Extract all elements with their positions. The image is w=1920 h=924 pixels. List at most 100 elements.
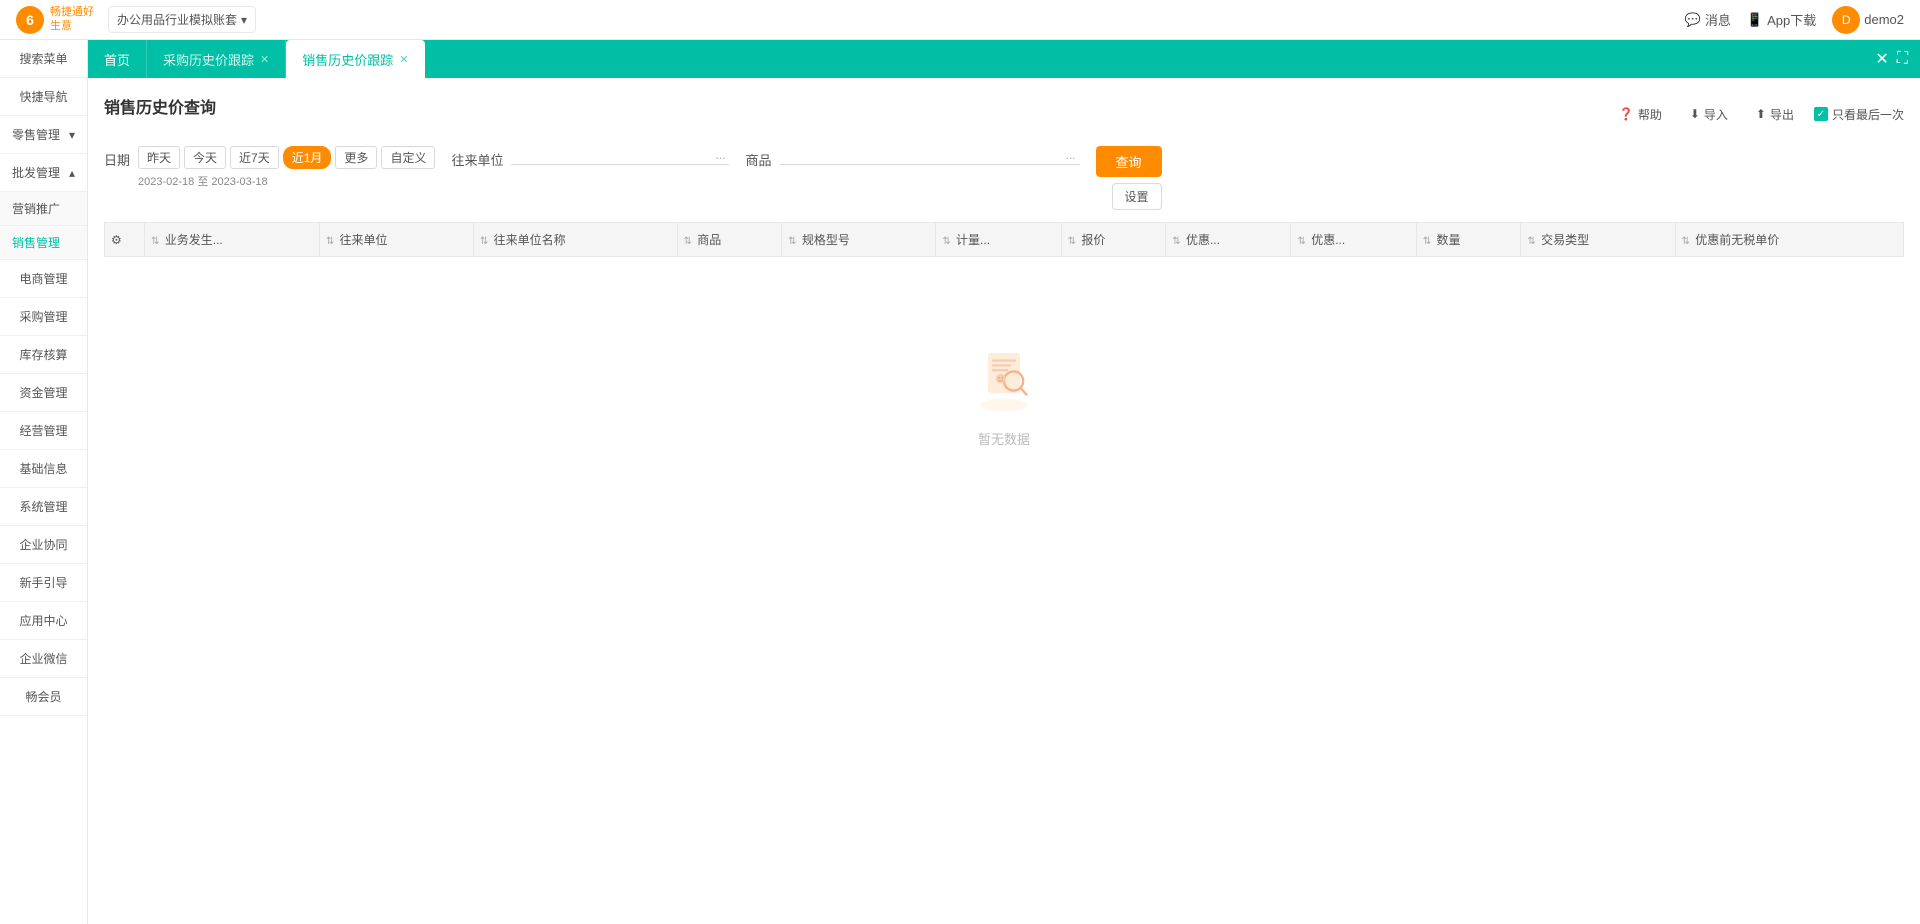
tab-home-label: 首页 [104, 50, 130, 69]
empty-illustration [964, 337, 1044, 417]
logo-area: 6 畅捷通好生意 [16, 6, 100, 34]
import-button[interactable]: ⬇ 导入 [1682, 102, 1736, 127]
sidebar-item-basic-info[interactable]: 基础信息 [0, 450, 87, 488]
col-settings-icon: ⚙ [111, 233, 122, 247]
sidebar-item-retail[interactable]: 零售管理 ▾ [0, 116, 87, 154]
col-discount2[interactable]: ⇅ 优惠... [1291, 223, 1416, 257]
message-button[interactable]: 💬 消息 [1685, 10, 1731, 29]
sort-icon-counterpart-name: ⇅ [480, 236, 488, 247]
col-unit[interactable]: ⇅ 计量... [936, 223, 1061, 257]
tab-purchase-label: 采购历史价跟踪 [163, 50, 254, 69]
tab-sales-history[interactable]: 销售历史价跟踪 ✕ [286, 40, 425, 78]
page-title: 销售历史价查询 [104, 94, 216, 118]
app-download-button[interactable]: 📱 App下载 [1747, 10, 1816, 29]
col-quantity[interactable]: ⇅ 数量 [1416, 223, 1521, 257]
tab-sales-close-icon[interactable]: ✕ [399, 53, 408, 66]
logo-text: 畅捷通好生意 [50, 6, 100, 32]
sidebar-item-marketing[interactable]: 营销推广 [0, 192, 87, 226]
col-trade-type[interactable]: ⇅ 交易类型 [1521, 223, 1675, 257]
sidebar-item-quick-nav[interactable]: 快捷导航 [0, 78, 87, 116]
sidebar-item-wechat[interactable]: 企业微信 [0, 640, 87, 678]
retail-label: 零售管理 [12, 126, 60, 143]
sidebar-item-ecommerce[interactable]: 电商管理 [0, 260, 87, 298]
col-pre-tax[interactable]: ⇅ 优惠前无税单价 [1675, 223, 1903, 257]
date-filter-group: 日期 昨天 今天 近7天 近1月 更多 自定义 2023-02-18 至 202… [104, 146, 435, 189]
tab-bar-actions: ✕ ⛶ [1863, 49, 1920, 69]
sidebar-item-search[interactable]: 搜索菜单 [0, 40, 87, 78]
col-settings[interactable]: ⚙ [105, 223, 145, 257]
goods-filter-group: 商品 ... [745, 146, 1079, 169]
only-last-checkbox-label[interactable]: ✓ 只看最后一次 [1814, 106, 1904, 123]
sort-icon-trade-type: ⇅ [1527, 236, 1535, 247]
data-table: ⚙ ⇅ 业务发生... ⇅ 往来单位 ⇅ 往来单位名称 [104, 222, 1904, 528]
sort-icon-goods: ⇅ [684, 236, 692, 247]
sidebar-item-inventory[interactable]: 库存核算 [0, 336, 87, 374]
help-icon: ❓ [1619, 107, 1634, 121]
date-btn-yesterday[interactable]: 昨天 [138, 146, 180, 169]
date-btn-custom[interactable]: 自定义 [381, 146, 435, 169]
tab-purchase-history[interactable]: 采购历史价跟踪 ✕ [147, 40, 286, 78]
tab-bar: 首页 采购历史价跟踪 ✕ 销售历史价跟踪 ✕ ✕ ⛶ [88, 40, 1920, 78]
col-goods[interactable]: ⇅ 商品 [677, 223, 782, 257]
col-biz-date[interactable]: ⇅ 业务发生... [145, 223, 320, 257]
query-button[interactable]: 查询 [1096, 146, 1162, 177]
sort-icon-spec: ⇅ [788, 236, 796, 247]
tab-purchase-close-icon[interactable]: ✕ [260, 53, 269, 66]
sidebar-item-app-center[interactable]: 应用中心 [0, 602, 87, 640]
sidebar-item-finance[interactable]: 资金管理 [0, 374, 87, 412]
avatar: D [1832, 6, 1860, 34]
wholesale-arrow-icon: ▴ [69, 166, 75, 180]
empty-row: 暂无数据 [105, 257, 1904, 529]
close-all-icon[interactable]: ✕ [1875, 49, 1888, 69]
sidebar-item-guide[interactable]: 新手引导 [0, 564, 87, 602]
date-filter-label: 日期 [104, 150, 130, 169]
goods-filter-label: 商品 [745, 150, 771, 169]
counterpart-filter-label: 往来单位 [451, 150, 503, 169]
message-icon: 💬 [1685, 12, 1701, 28]
sort-icon-quote: ⇅ [1068, 236, 1076, 247]
sort-icon-quantity: ⇅ [1423, 236, 1431, 247]
empty-state: 暂无数据 [105, 257, 1904, 528]
col-spec[interactable]: ⇅ 规格型号 [782, 223, 936, 257]
sidebar-item-operations[interactable]: 经营管理 [0, 412, 87, 450]
date-options: 昨天 今天 近7天 近1月 更多 自定义 2023-02-18 至 2023-0… [138, 146, 435, 189]
sidebar-item-wholesale[interactable]: 批发管理 ▴ [0, 154, 87, 192]
date-btn-more[interactable]: 更多 [335, 146, 377, 169]
import-icon: ⬇ [1690, 107, 1700, 121]
sort-icon-discount2: ⇅ [1297, 236, 1305, 247]
app-selector[interactable]: 办公用品行业模拟账套 ▾ [108, 6, 256, 33]
query-btn-area: 查询 设置 [1096, 146, 1162, 210]
counterpart-input[interactable] [511, 146, 711, 164]
settings-button[interactable]: 设置 [1112, 183, 1162, 210]
sidebar-item-membership[interactable]: 畅会员 [0, 678, 87, 716]
date-btn-7days[interactable]: 近7天 [230, 146, 279, 169]
only-last-checkbox[interactable]: ✓ [1814, 107, 1828, 121]
main-layout: 搜索菜单 快捷导航 零售管理 ▾ 批发管理 ▴ 营销推广 销售管理 电商管理 采… [0, 40, 1920, 924]
sidebar-item-purchase[interactable]: 采购管理 [0, 298, 87, 336]
date-range-text: 2023-02-18 至 2023-03-18 [138, 173, 435, 189]
empty-text: 暂无数据 [978, 429, 1030, 448]
sort-icon-discount1: ⇅ [1172, 236, 1180, 247]
date-btn-1month[interactable]: 近1月 [283, 146, 332, 169]
fullscreen-icon[interactable]: ⛶ [1897, 50, 1908, 68]
col-discount1[interactable]: ⇅ 优惠... [1166, 223, 1291, 257]
sort-icon-counterpart: ⇅ [326, 236, 334, 247]
sort-icon-pre-tax: ⇅ [1682, 236, 1690, 247]
tab-home[interactable]: 首页 [88, 40, 147, 78]
col-counterpart[interactable]: ⇅ 往来单位 [319, 223, 473, 257]
sidebar-item-system[interactable]: 系统管理 [0, 488, 87, 526]
goods-dots: ... [1061, 148, 1079, 162]
user-area[interactable]: D demo2 [1832, 6, 1904, 34]
sidebar-item-enterprise[interactable]: 企业协同 [0, 526, 87, 564]
col-quote[interactable]: ⇅ 报价 [1061, 223, 1166, 257]
date-btn-today[interactable]: 今天 [184, 146, 226, 169]
col-counterpart-name[interactable]: ⇅ 往来单位名称 [473, 223, 677, 257]
filter-bar: 日期 昨天 今天 近7天 近1月 更多 自定义 2023-02-18 至 202… [104, 146, 1904, 210]
download-icon: 📱 [1747, 12, 1763, 28]
sidebar-item-sales-mgmt[interactable]: 销售管理 [0, 226, 87, 260]
help-button[interactable]: ❓ 帮助 [1611, 102, 1670, 127]
page-content: 销售历史价查询 ❓ 帮助 ⬇ 导入 ⬆ 导出 ✓ [88, 78, 1920, 924]
retail-arrow-icon: ▾ [69, 128, 75, 142]
goods-input[interactable] [780, 146, 1062, 164]
export-button[interactable]: ⬆ 导出 [1748, 102, 1802, 127]
